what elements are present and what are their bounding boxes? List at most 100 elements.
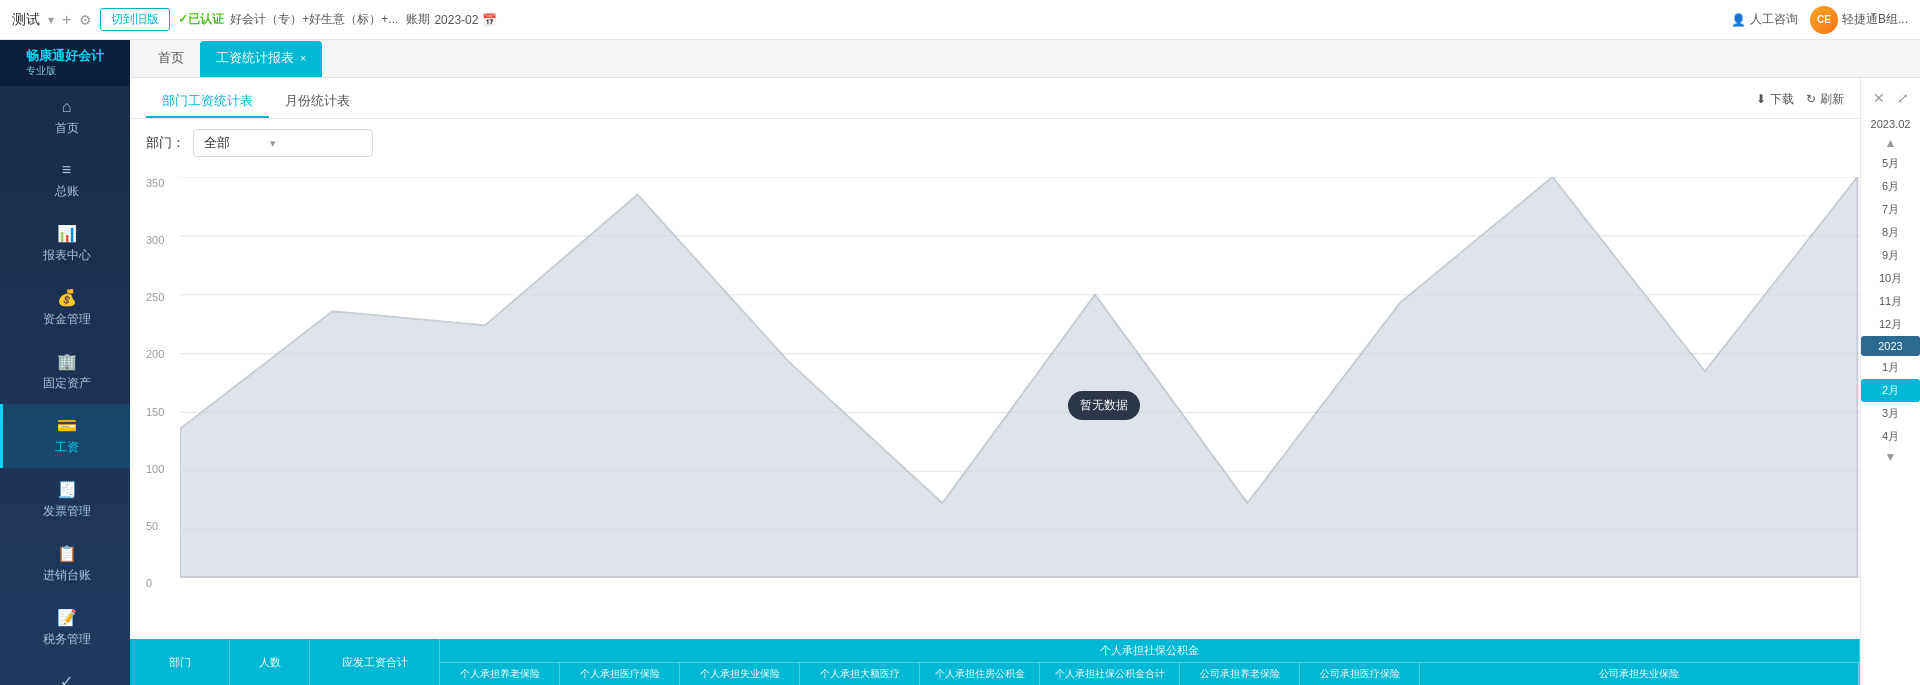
invoice-icon: 🧾 xyxy=(57,480,77,499)
th-company-pension: 公司承担养老保险 xyxy=(1180,663,1300,685)
sidebar-label-funds: 资金管理 xyxy=(43,311,91,328)
fixed-assets-icon: 🏢 xyxy=(57,352,77,371)
tab-salary-report[interactable]: 工资统计报表 × xyxy=(200,41,322,77)
sub-tab-actions: ⬇ 下载 ↻ 刷新 xyxy=(1756,91,1844,114)
close-panel-icon[interactable]: ✕ xyxy=(1869,86,1889,110)
test-name: 测试 xyxy=(12,11,40,29)
tab-close-icon[interactable]: × xyxy=(300,52,306,64)
switch-btn[interactable]: 切到旧版 xyxy=(100,8,170,31)
sidebar-item-general-ledger[interactable]: ≡ 总账 xyxy=(0,149,130,212)
consult-icon: 👤 xyxy=(1731,13,1746,27)
th-group-personal: 个人承担社保公积金 个人承担养老保险 个人承担医疗保险 个人承 xyxy=(440,639,1860,685)
logo-main: 畅康通好会计 xyxy=(26,48,104,64)
table-header: 部门 人数 应发工资合计 个人承担社保公积金 xyxy=(130,639,1860,685)
panel-nav-up[interactable]: ▲ xyxy=(1885,134,1897,152)
sub-tab-bar: 部门工资统计表 月份统计表 ⬇ 下载 ↻ 刷新 xyxy=(130,78,1860,119)
sidebar-item-funds[interactable]: 💰 资金管理 xyxy=(0,276,130,340)
header-badges: ✓已认证 好会计（专）+好生意（标）+... xyxy=(178,11,398,28)
sidebar-item-home[interactable]: ⌂ 首页 xyxy=(0,86,130,149)
top-header: 测试 ▾ + ⚙ 切到旧版 ✓已认证 好会计（专）+好生意（标）+... 账期 … xyxy=(0,0,1920,40)
panel-year-2023[interactable]: 2023 xyxy=(1861,336,1920,356)
right-panel: ✕ ⤢ 2023.02 ▲ 5月 6月 7月 8月 9月 xyxy=(1860,78,1920,685)
logo-sub: 专业版 xyxy=(26,64,104,78)
th-personal-unemployment: 个人承担失业保险 xyxy=(680,663,800,685)
period-label: 账期 xyxy=(406,11,430,28)
page-container: 部门工资统计表 月份统计表 ⬇ 下载 ↻ 刷新 xyxy=(130,78,1860,685)
th-total-salary: 应发工资合计 xyxy=(310,639,440,685)
expand-panel-icon[interactable]: ⤢ xyxy=(1893,86,1913,110)
panel-month-1[interactable]: 1月 xyxy=(1861,356,1920,379)
th-personal-major-medical: 个人承担大额医疗 xyxy=(800,663,920,685)
sidebar-logo: 畅康通好会计 专业版 xyxy=(0,40,130,86)
main-content: 首页 工资统计报表 × 部门工资统计表 月份统计表 xyxy=(130,40,1920,685)
sidebar-label-home: 首页 xyxy=(55,120,79,137)
panel-month-3[interactable]: 3月 xyxy=(1861,402,1920,425)
dept-filter-select[interactable]: 全部 ▾ xyxy=(193,129,373,157)
y-label-150: 150 xyxy=(146,406,164,418)
salary-icon: 💳 xyxy=(57,416,77,435)
header-right: 👤 人工咨询 CE 轻捷通B组... xyxy=(1731,6,1908,34)
th-personal-pension: 个人承担养老保险 xyxy=(440,663,560,685)
dept-filter-value: 全部 xyxy=(204,134,230,152)
sidebar-item-reports[interactable]: 📊 报表中心 xyxy=(0,212,130,276)
sidebar-item-settlement[interactable]: ✓ 结账 xyxy=(0,660,130,685)
settings-icon[interactable]: ⚙ xyxy=(79,12,92,28)
ledger-icon: ≡ xyxy=(62,161,71,179)
y-label-0: 0 xyxy=(146,577,164,589)
funds-icon: 💰 xyxy=(57,288,77,307)
verified-badge: ✓已认证 xyxy=(178,11,224,28)
user-menu[interactable]: CE 轻捷通B组... xyxy=(1810,6,1908,34)
sidebar-item-salary[interactable]: 💳 工资 xyxy=(0,404,130,468)
sidebar-label-salary: 工资 xyxy=(55,439,79,456)
panel-month-4[interactable]: 4月 xyxy=(1861,425,1920,448)
refresh-button[interactable]: ↻ 刷新 xyxy=(1806,91,1844,108)
avatar: CE xyxy=(1810,6,1838,34)
calendar-icon[interactable]: 📅 xyxy=(482,13,497,27)
sub-tab-dept[interactable]: 部门工资统计表 xyxy=(146,86,269,118)
add-icon[interactable]: + xyxy=(62,11,71,29)
settlement-icon: ✓ xyxy=(60,672,73,685)
panel-date: 2023.02 xyxy=(1871,114,1911,134)
panel-nav-down[interactable]: ▼ xyxy=(1885,448,1897,466)
tab-bar: 首页 工资统计报表 × xyxy=(130,40,1920,78)
reports-icon: 📊 xyxy=(57,224,77,243)
panel-month-8[interactable]: 8月 xyxy=(1861,221,1920,244)
sidebar-label-tax: 税务管理 xyxy=(43,631,91,648)
panel-month-12[interactable]: 12月 xyxy=(1861,313,1920,336)
panel-month-5[interactable]: 5月 xyxy=(1861,152,1920,175)
sidebar-item-fixed-assets[interactable]: 🏢 固定资产 xyxy=(0,340,130,404)
sidebar-item-sales[interactable]: 📋 进销台账 xyxy=(0,532,130,596)
dept-filter-label: 部门： xyxy=(146,134,185,152)
panel-month-6[interactable]: 6月 xyxy=(1861,175,1920,198)
consult-button[interactable]: 👤 人工咨询 xyxy=(1731,11,1798,28)
y-label-350: 350 xyxy=(146,177,164,189)
panel-month-11[interactable]: 11月 xyxy=(1861,290,1920,313)
panel-month-9[interactable]: 9月 xyxy=(1861,244,1920,267)
y-label-250: 250 xyxy=(146,291,164,303)
panel-month-2-active[interactable]: 2月 xyxy=(1861,379,1920,402)
sidebar-label-ledger: 总账 xyxy=(55,183,79,200)
tab-home[interactable]: 首页 xyxy=(142,41,200,77)
th-dept: 部门 xyxy=(130,639,230,685)
sidebar-label-sales: 进销台账 xyxy=(43,567,91,584)
sidebar-item-tax[interactable]: 📝 税务管理 xyxy=(0,596,130,660)
svg-marker-8 xyxy=(180,177,1857,577)
chart-svg xyxy=(180,177,1860,589)
panel-month-7[interactable]: 7月 xyxy=(1861,198,1920,221)
th-group-sub: 个人承担养老保险 个人承担医疗保险 个人承担失业保险 个人承担大额医疗 xyxy=(440,663,1859,685)
th-personal-housing-fund: 个人承担住房公积金 xyxy=(920,663,1040,685)
sub-tabs: 部门工资统计表 月份统计表 xyxy=(146,86,366,118)
sidebar-item-invoice[interactable]: 🧾 发票管理 xyxy=(0,468,130,532)
th-group-personal-label: 个人承担社保公积金 xyxy=(440,639,1859,663)
chevron-down-icon: ▾ xyxy=(270,137,276,150)
chart-tooltip: 暂无数据 xyxy=(1068,391,1140,420)
header-left: 测试 ▾ + ⚙ 切到旧版 ✓已认证 好会计（专）+好生意（标）+... 账期 … xyxy=(12,8,1723,31)
content-area: 部门工资统计表 月份统计表 ⬇ 下载 ↻ 刷新 xyxy=(130,78,1920,685)
chevron-down-icon[interactable]: ▾ xyxy=(48,13,54,27)
th-company-unemployment: 公司承担失业保险 xyxy=(1420,663,1859,685)
panel-month-10[interactable]: 10月 xyxy=(1861,267,1920,290)
download-button[interactable]: ⬇ 下载 xyxy=(1756,91,1794,108)
th-personal-total: 个人承担社保公积金合计 xyxy=(1040,663,1180,685)
sub-tab-month[interactable]: 月份统计表 xyxy=(269,86,366,118)
y-label-50: 50 xyxy=(146,520,164,532)
